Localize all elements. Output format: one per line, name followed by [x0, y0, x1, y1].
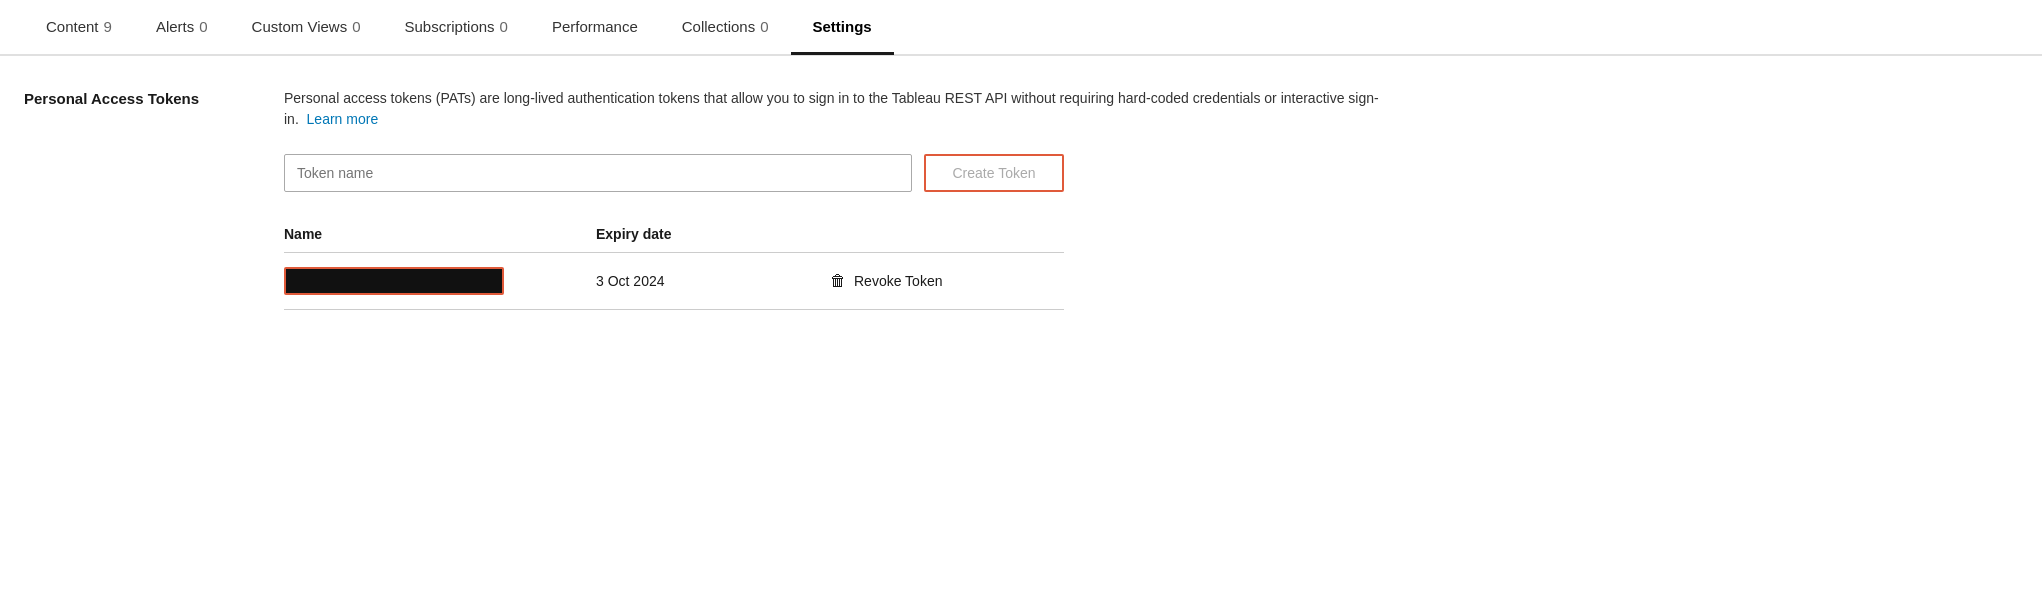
section-body: Personal access tokens (PATs) are long-l… [284, 88, 1924, 310]
tokens-table: Name Expiry date 3 Oct 2024 🗑 [284, 216, 1064, 310]
tab-collections[interactable]: Collections 0 [660, 1, 791, 55]
token-input-row: Create Token [284, 154, 1064, 192]
create-token-button[interactable]: Create Token [924, 154, 1064, 192]
revoke-token-button[interactable]: 🗑 Revoke Token [830, 272, 942, 290]
learn-more-link[interactable]: Learn more [307, 111, 379, 127]
nav-tabs: Content 9 Alerts 0 Custom Views 0 Subscr… [0, 0, 2042, 56]
token-name-cell [284, 253, 596, 310]
token-name-input[interactable] [284, 154, 912, 192]
tab-settings[interactable]: Settings [791, 1, 894, 55]
token-name-redacted [284, 267, 504, 295]
token-action-cell: 🗑 Revoke Token [830, 253, 1064, 310]
tab-alerts[interactable]: Alerts 0 [134, 1, 230, 55]
tab-subscriptions[interactable]: Subscriptions 0 [383, 1, 530, 55]
tab-performance[interactable]: Performance [530, 1, 660, 55]
table-row: 3 Oct 2024 🗑 Revoke Token [284, 253, 1064, 310]
tab-content[interactable]: Content 9 [24, 1, 134, 55]
pat-section: Personal Access Tokens Personal access t… [24, 88, 1924, 310]
section-description: Personal access tokens (PATs) are long-l… [284, 88, 1384, 130]
col-header-name: Name [284, 216, 596, 253]
main-content: Personal Access Tokens Personal access t… [0, 56, 2042, 342]
trash-icon: 🗑 [830, 272, 846, 290]
token-expiry-cell: 3 Oct 2024 [596, 253, 830, 310]
tab-custom-views[interactable]: Custom Views 0 [230, 1, 383, 55]
section-title: Personal Access Tokens [24, 88, 244, 310]
col-header-action [830, 216, 1064, 253]
col-header-expiry: Expiry date [596, 216, 830, 253]
